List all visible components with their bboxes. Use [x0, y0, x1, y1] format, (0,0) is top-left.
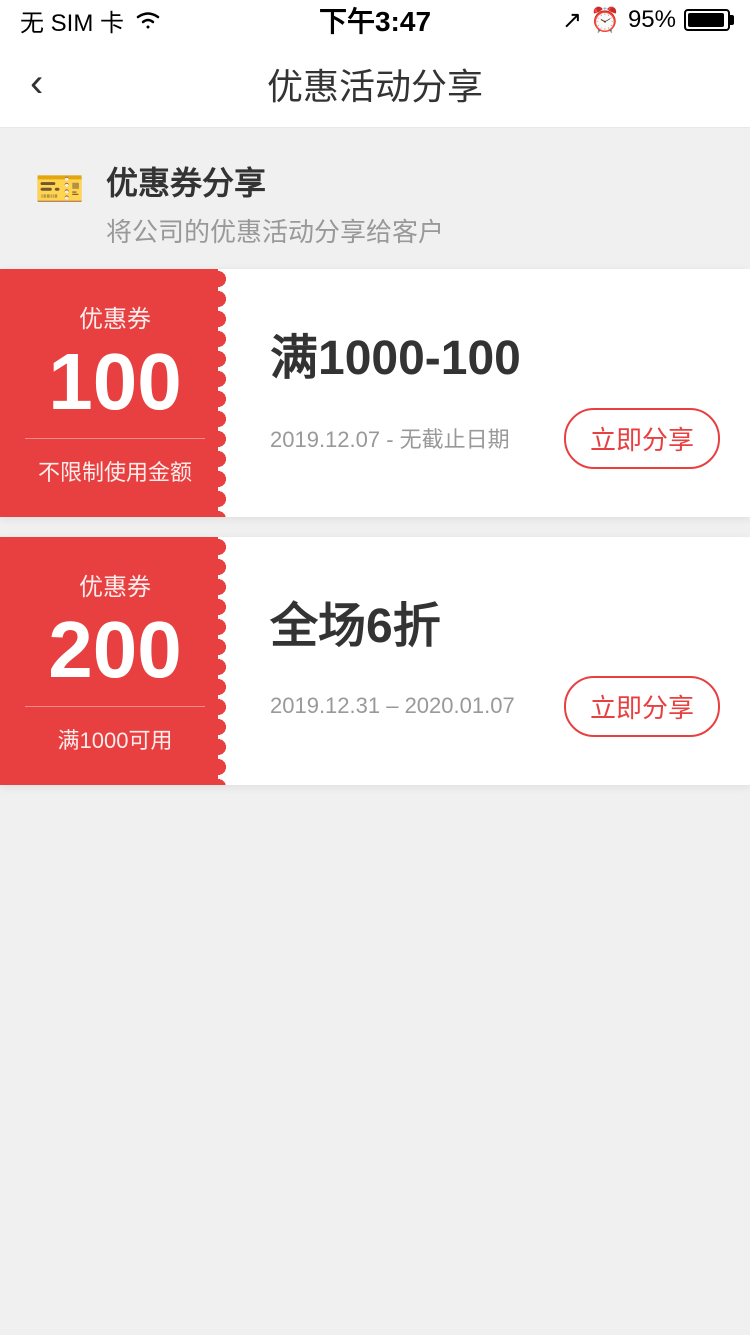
location-icon: ↗	[562, 6, 582, 35]
battery-percent: 95%	[628, 6, 676, 34]
section-title: 优惠券分享	[106, 158, 444, 204]
coupon-value-2: 200	[48, 610, 181, 690]
coupon-meta-1: 2019.12.07 - 无截止日期 立即分享	[270, 408, 720, 469]
status-time: 下午3:47	[319, 0, 431, 40]
empty-area	[0, 835, 750, 1335]
coupon-label-1: 优惠券	[79, 299, 151, 334]
carrier-label: 无 SIM 卡	[20, 3, 124, 38]
coupon-list: 优惠券 100 不限制使用金额 满1000-100 2019.12.07 - 无…	[0, 269, 750, 835]
section-icon: 🎫	[30, 158, 90, 218]
alarm-icon: ⏰	[590, 6, 620, 35]
share-button-2[interactable]: 立即分享	[564, 676, 720, 737]
coupon-name-2: 全场6折	[270, 586, 720, 656]
coupon-date-1: 2019.12.07 - 无截止日期	[270, 422, 544, 454]
nav-bar: ‹ 优惠活动分享	[0, 40, 750, 128]
coupon-left-2: 优惠券 200 满1000可用	[0, 537, 230, 785]
coupon-condition-2: 满1000可用	[58, 723, 173, 755]
back-button[interactable]: ‹	[30, 61, 43, 106]
coupon-date-2: 2019.12.31 – 2020.01.07	[270, 693, 544, 719]
section-header: 🎫 优惠券分享 将公司的优惠活动分享给客户	[0, 128, 750, 269]
wifi-icon	[134, 9, 162, 31]
status-right: ↗ ⏰ 95%	[562, 6, 730, 35]
status-left: 无 SIM 卡	[20, 3, 162, 38]
coupon-meta-2: 2019.12.31 – 2020.01.07 立即分享	[270, 676, 720, 737]
coupon-condition-1: 不限制使用金额	[38, 455, 192, 487]
status-bar: 无 SIM 卡 下午3:47 ↗ ⏰ 95%	[0, 0, 750, 40]
coupon-value-1: 100	[48, 342, 181, 422]
page-title: 优惠活动分享	[267, 58, 483, 110]
coupon-divider-1	[25, 438, 205, 439]
coupon-right-1: 满1000-100 2019.12.07 - 无截止日期 立即分享	[230, 269, 750, 517]
coupon-name-1: 满1000-100	[270, 318, 720, 388]
section-text: 优惠券分享 将公司的优惠活动分享给客户	[106, 158, 444, 249]
coupon-card-2: 优惠券 200 满1000可用 全场6折 2019.12.31 – 2020.0…	[0, 537, 750, 785]
coupon-left-1: 优惠券 100 不限制使用金额	[0, 269, 230, 517]
section-subtitle: 将公司的优惠活动分享给客户	[106, 212, 444, 249]
battery-icon	[684, 9, 730, 31]
coupon-right-2: 全场6折 2019.12.31 – 2020.01.07 立即分享	[230, 537, 750, 785]
coupon-label-2: 优惠券	[79, 567, 151, 602]
coupon-card-1: 优惠券 100 不限制使用金额 满1000-100 2019.12.07 - 无…	[0, 269, 750, 517]
coupon-divider-2	[25, 706, 205, 707]
back-icon: ‹	[30, 61, 43, 106]
share-button-1[interactable]: 立即分享	[564, 408, 720, 469]
